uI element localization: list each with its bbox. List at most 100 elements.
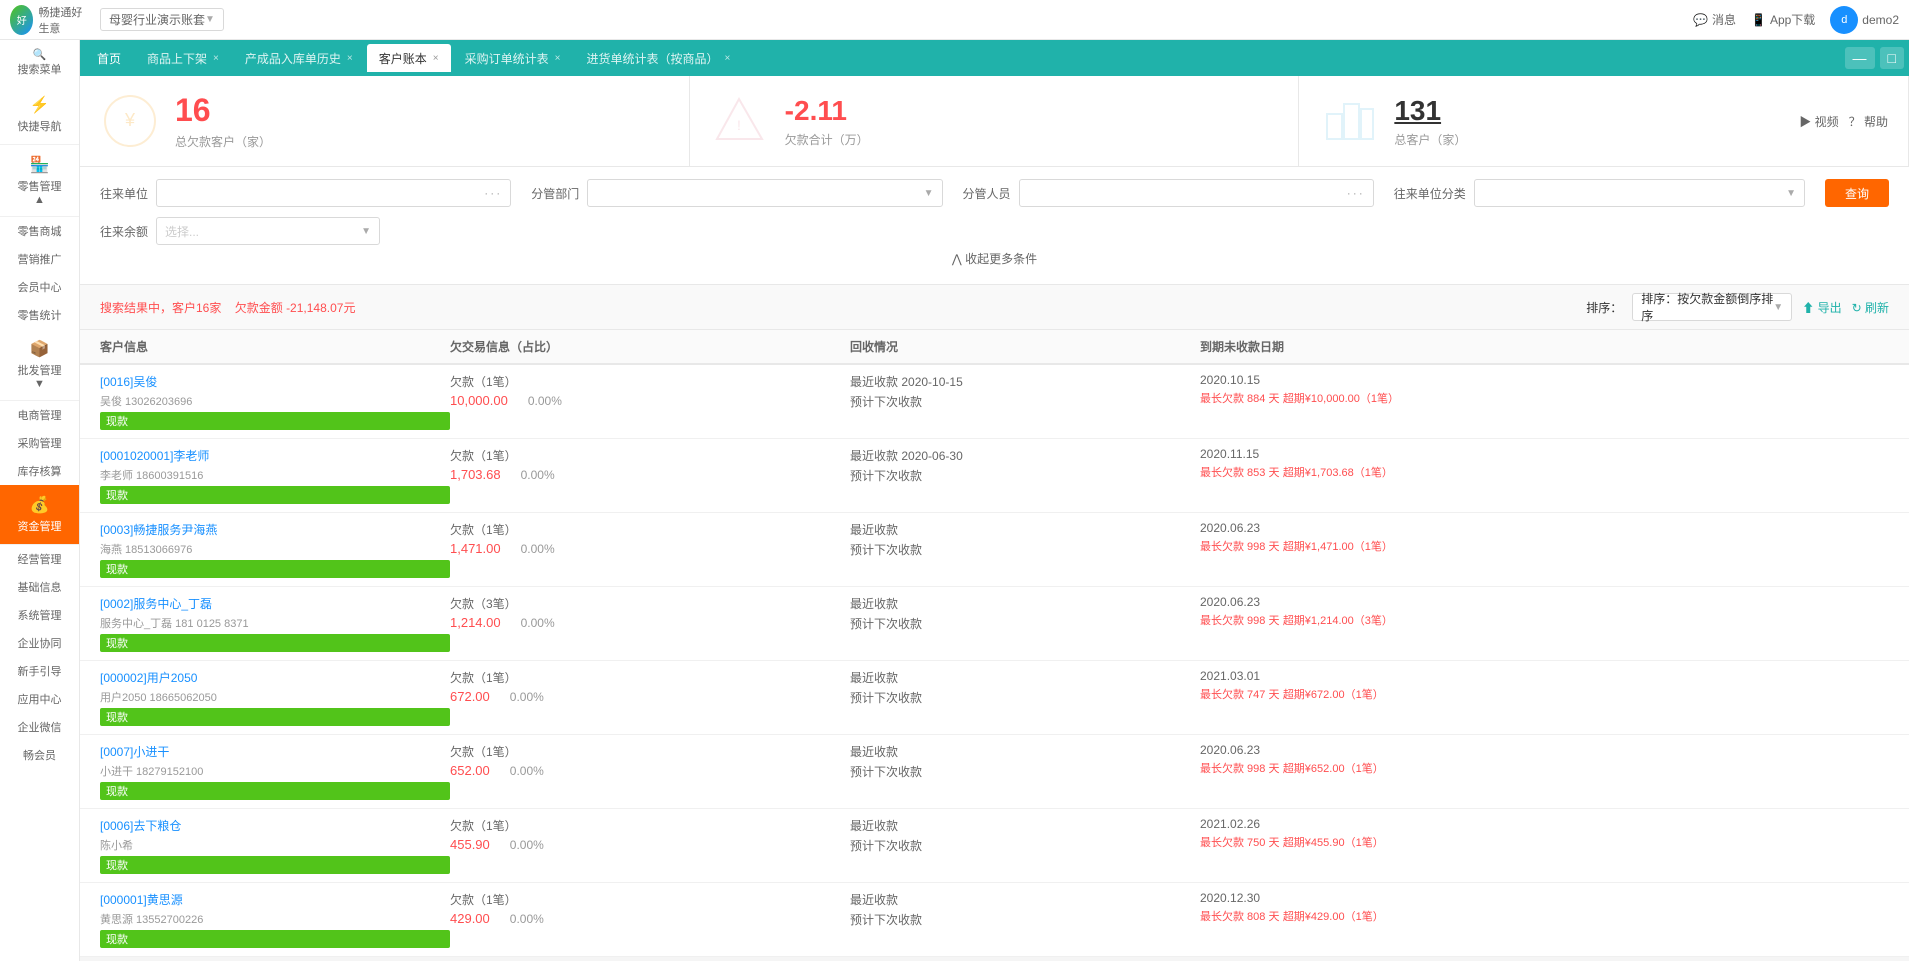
tab-close-icon[interactable]: × [433, 53, 439, 64]
sidebar-item-marketing[interactable]: 营销推广 [0, 245, 79, 273]
tab-customer-account[interactable]: 客户账本 × [367, 44, 451, 72]
filter-source-unit: 往来单位 ··· [100, 179, 511, 207]
search-button[interactable]: 查询 [1825, 179, 1889, 207]
unit-category-select[interactable]: ▼ [1474, 179, 1805, 207]
debt-info-4: 欠款（1笔） 672.00 0.00% [450, 669, 850, 704]
payback-info-6: 最近收款 预计下次收款 [850, 817, 1200, 854]
sidebar-item-basic-info[interactable]: 基础信息 [0, 573, 79, 601]
customer-name-7[interactable]: [000001]黄思源 [100, 891, 450, 908]
stat-amount-label: 欠款合计（万） [785, 131, 869, 148]
table-row: [0003]畅捷服务尹海燕 海燕 18513066976 现款 欠款（1笔） 1… [80, 513, 1909, 587]
top-bar: 好 畅捷通好生意 母婴行业演示账套 ▼ 💬 消息 📱 App下载 d demo2 [0, 0, 1909, 40]
overdue-amount-0[interactable]: 超期¥10,000.00（1笔） [1283, 393, 1399, 405]
video-btn[interactable]: ▶ 视频 [1799, 113, 1838, 130]
filter-row-1: 往来单位 ··· 分管部门 ▼ 分管人员 [100, 179, 1889, 207]
col-payback: 回收情况 [850, 338, 1200, 355]
customer-name-2[interactable]: [0003]畅捷服务尹海燕 [100, 521, 450, 538]
overdue-info-0: 2020.10.15 最长欠款 884 天 超期¥10,000.00（1笔） [1200, 373, 1889, 406]
search-menu-btn[interactable]: 🔍 搜索菜单 [0, 40, 79, 85]
sidebar-item-finance[interactable]: 💰 资金管理 [0, 485, 79, 545]
sort-select[interactable]: 排序：按欠款金额倒序排序 ▼ [1632, 293, 1792, 321]
sidebar-item-member[interactable]: 会员中心 [0, 273, 79, 301]
top-right: 💬 消息 📱 App下载 d demo2 [1693, 6, 1899, 34]
message-btn[interactable]: 💬 消息 [1693, 11, 1736, 28]
tab-purchase-stats[interactable]: 进货单统计表（按商品） × [574, 44, 742, 72]
tab-purchase-order[interactable]: 采购订单统计表 × [453, 44, 573, 72]
overdue-amount-4[interactable]: 超期¥672.00（1笔） [1283, 689, 1384, 701]
help-btn[interactable]: ？ 帮助 [1849, 113, 1888, 130]
customer-info-7: [000001]黄思源 黄思源 13552700226 现款 [100, 891, 450, 948]
app-download-btn[interactable]: 📱 App下载 [1751, 11, 1815, 28]
tab-close-icon[interactable]: × [724, 53, 730, 64]
tab-close-icon[interactable]: × [347, 53, 353, 64]
source-unit-dots: ··· [484, 186, 502, 200]
balance-select[interactable]: 选择... ▼ [156, 217, 380, 245]
sidebar-item-system[interactable]: 系统管理 [0, 601, 79, 629]
overdue-amount-7[interactable]: 超期¥429.00（1笔） [1283, 911, 1384, 923]
sort-chevron-icon: ▼ [1773, 302, 1783, 313]
user-profile[interactable]: d demo2 [1830, 6, 1899, 34]
dept-label: 分管部门 [531, 185, 579, 202]
sidebar-item-new-guide[interactable]: 新手引导 [0, 657, 79, 685]
customer-name-6[interactable]: [0006]去下粮仓 [100, 817, 450, 834]
overdue-info-5: 2020.06.23 最长欠款 998 天 超期¥652.00（1笔） [1200, 743, 1889, 776]
sidebar-item-retail-mall[interactable]: 零售商城 [0, 217, 79, 245]
sidebar-item-retail-stats[interactable]: 零售统计 [0, 301, 79, 329]
overdue-info-3: 2020.06.23 最长欠款 998 天 超期¥1,214.00（3笔） [1200, 595, 1889, 628]
refresh-btn[interactable]: ↻ 刷新 [1852, 299, 1889, 316]
person-label: 分管人员 [963, 185, 1011, 202]
tab-minimize-btn[interactable]: — [1845, 47, 1875, 69]
store-selector[interactable]: 母婴行业演示账套 ▼ [100, 8, 224, 31]
tab-home[interactable]: 首页 [85, 44, 133, 72]
customer-name-1[interactable]: [0001020001]李老师 [100, 447, 450, 464]
tab-maximize-btn[interactable]: □ [1880, 47, 1904, 69]
overdue-amount-3[interactable]: 超期¥1,214.00（3笔） [1283, 615, 1393, 627]
export-btn[interactable]: ⬆ 导出 [1802, 299, 1841, 316]
filter-unit-category: 往来单位分类 ▼ [1394, 179, 1805, 207]
sidebar-item-enterprise-wechat[interactable]: 企业微信 [0, 713, 79, 741]
due-date-4: 2021.03.01 [1200, 669, 1889, 683]
due-date-6: 2021.02.26 [1200, 817, 1889, 831]
overdue-amount-2[interactable]: 超期¥1,471.00（1笔） [1283, 541, 1393, 553]
debt-ratio-2: 0.00% [521, 542, 555, 556]
tab-close-icon[interactable]: × [213, 53, 219, 64]
sidebar-item-ecommerce[interactable]: 电商管理 [0, 401, 79, 429]
tab-product-shelf[interactable]: 商品上下架 × [135, 44, 231, 72]
overdue-amount-6[interactable]: 超期¥455.90（1笔） [1283, 837, 1384, 849]
sidebar-item-enterprise-coop[interactable]: 企业协同 [0, 629, 79, 657]
sidebar-item-app-center[interactable]: 应用中心 [0, 685, 79, 713]
main-layout: 🔍 搜索菜单 ⚡ 快捷导航 🏪 零售管理 ▲ 零售商城 营销推广 会员中心 零售… [0, 40, 1909, 961]
overdue-amount-5[interactable]: 超期¥652.00（1笔） [1283, 763, 1384, 775]
chevron-down-icon: ▼ [34, 378, 45, 390]
overdue-amount-1[interactable]: 超期¥1,703.68（1笔） [1283, 467, 1393, 479]
customer-name-0[interactable]: [0016]吴俊 [100, 373, 450, 390]
refresh-icon: ↻ [1852, 301, 1862, 315]
debt-ratio-1: 0.00% [521, 468, 555, 482]
result-bar: 搜索结果中，客户16家 欠款金额 -21,148.07元 排序： 排序：按欠款金… [80, 285, 1909, 330]
customer-contact-4: 用户2050 18665062050 [100, 689, 450, 705]
sidebar-item-vip[interactable]: 畅会员 [0, 741, 79, 769]
overdue-days-1: 最长欠款 853 天 [1200, 467, 1279, 479]
stat-total-number: 131 [1394, 95, 1466, 127]
chevron-icon: ▲ [34, 194, 45, 206]
customer-name-3[interactable]: [0002]服务中心_丁磊 [100, 595, 450, 612]
debt-amount-1: 1,703.68 [450, 467, 501, 482]
sidebar-item-operation[interactable]: 经营管理 [0, 545, 79, 573]
table-row: [000002]用户2050 用户2050 18665062050 现款 欠款（… [80, 661, 1909, 735]
sidebar-item-inventory[interactable]: 库存核算 [0, 457, 79, 485]
sidebar-item-purchase[interactable]: 采购管理 [0, 429, 79, 457]
collapse-btn[interactable]: ⋀ 收起更多条件 [100, 245, 1889, 272]
sidebar-item-retail-mgmt[interactable]: 🏪 零售管理 ▲ [0, 145, 79, 217]
dept-select[interactable]: ▼ [587, 179, 942, 207]
sidebar-item-quick-nav[interactable]: ⚡ 快捷导航 [0, 85, 79, 145]
sidebar-item-batch-mgmt[interactable]: 📦 批发管理 ▼ [0, 329, 79, 401]
table-header: 客户信息 欠交易信息（占比） 回收情况 到期未收款日期 [80, 330, 1909, 365]
balance-label: 往来余额 [100, 223, 148, 240]
customer-name-5[interactable]: [0007]小进干 [100, 743, 450, 760]
stat-amount-number: -2.11 [785, 95, 869, 127]
tab-product-history[interactable]: 产成品入库单历史 × [233, 44, 365, 72]
customer-name-4[interactable]: [000002]用户2050 [100, 669, 450, 686]
source-unit-input[interactable]: ··· [156, 179, 511, 207]
tab-close-icon[interactable]: × [555, 53, 561, 64]
person-input[interactable]: ··· [1019, 179, 1374, 207]
